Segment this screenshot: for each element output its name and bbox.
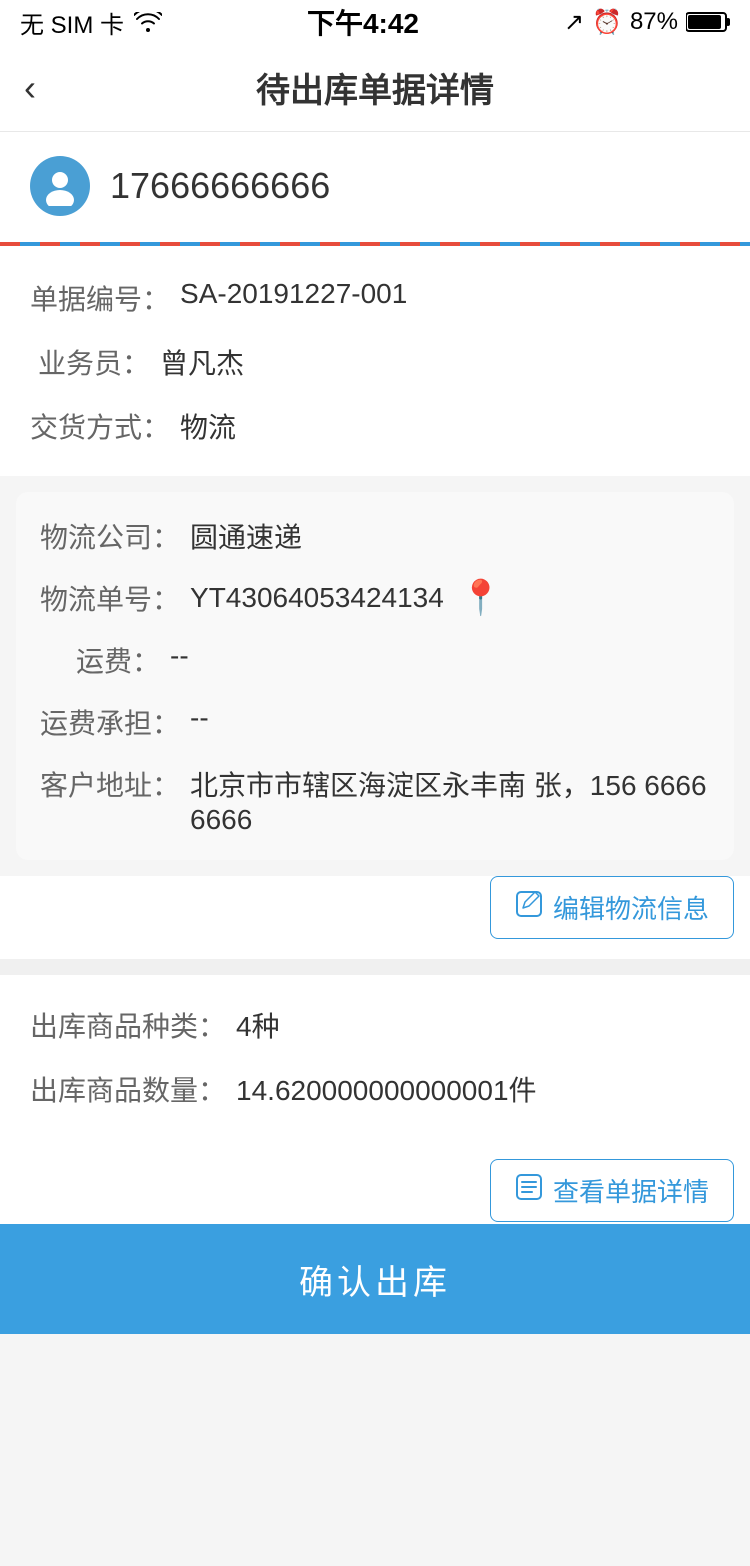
status-time: 下午4:42 — [307, 2, 419, 42]
back-button[interactable]: ‹ — [24, 67, 36, 109]
doc-number-label: 单据编号： — [30, 278, 180, 318]
delivery-value: 物流 — [180, 406, 720, 446]
location-status-icon: ↗ — [564, 8, 584, 37]
goods-quantity-label: 出库商品数量： — [30, 1069, 236, 1109]
logistics-address-label: 客户地址： — [40, 764, 190, 804]
salesman-value: 曾凡杰 — [160, 342, 720, 382]
logistics-tracking-label: 物流单号： — [40, 578, 190, 618]
doc-number-row: 单据编号： SA-20191227-001 — [30, 278, 720, 318]
delivery-row: 交货方式： 物流 — [30, 406, 720, 446]
logistics-tracking-row: 物流单号： YT43064053424134 📍 — [40, 578, 710, 618]
battery-icon — [686, 11, 730, 33]
logistics-freight-row: 运费： -- — [40, 640, 710, 680]
user-avatar-icon — [40, 166, 80, 206]
status-bar: 无 SIM 卡 下午4:42 ↗ ⏰ 87% — [0, 0, 750, 44]
logistics-company-value: 圆通速递 — [190, 516, 710, 556]
battery-text: 87% — [630, 8, 678, 36]
view-details-button[interactable]: 查看单据详情 — [490, 1159, 734, 1222]
logistics-company-label: 物流公司： — [40, 516, 190, 556]
logistics-freightbear-label: 运费承担： — [40, 702, 190, 742]
goods-quantity-row: 出库商品数量： 14.620000000000001件 — [30, 1069, 720, 1109]
logistics-address-row: 客户地址： 北京市市辖区海淀区永丰南 张，156 6666 6666 — [40, 764, 710, 836]
alarm-icon: ⏰ — [592, 8, 622, 37]
edit-logistics-label: 编辑物流信息 — [553, 889, 709, 926]
salesman-label: 业务员： — [30, 342, 160, 382]
confirm-btn-bar[interactable]: 确认出库 — [0, 1224, 750, 1334]
tracking-row: YT43064053424134 📍 — [190, 578, 502, 618]
view-details-icon — [515, 1173, 543, 1208]
avatar — [30, 156, 90, 216]
goods-section: 出库商品种类： 4种 出库商品数量： 14.620000000000001件 — [0, 975, 750, 1139]
dashed-separator — [0, 240, 750, 248]
customer-phone: 17666666666 — [110, 165, 330, 207]
doc-info-section: 单据编号： SA-20191227-001 业务员： 曾凡杰 交货方式： 物流 — [0, 248, 750, 476]
logistics-freight-value: -- — [170, 640, 710, 672]
logistics-freightbear-row: 运费承担： -- — [40, 702, 710, 742]
delivery-label: 交货方式： — [30, 406, 180, 446]
goods-quantity-value: 14.620000000000001件 — [236, 1069, 720, 1109]
carrier-text: 无 SIM 卡 — [20, 5, 124, 40]
logistics-box: 物流公司： 圆通速递 物流单号： YT43064053424134 📍 运费： … — [16, 492, 734, 860]
content-area: 17666666666 单据编号： SA-20191227-001 业务员： 曾… — [0, 132, 750, 1566]
logistics-company-row: 物流公司： 圆通速递 — [40, 516, 710, 556]
salesman-row: 业务员： 曾凡杰 — [30, 342, 720, 382]
doc-number-value: SA-20191227-001 — [180, 278, 720, 310]
goods-types-row: 出库商品种类： 4种 — [30, 1005, 720, 1045]
confirm-btn-text: 确认出库 — [299, 1255, 451, 1304]
goods-types-value: 4种 — [236, 1005, 720, 1045]
section-divider — [0, 959, 750, 975]
logistics-freight-label: 运费： — [40, 640, 170, 680]
dashed-line — [0, 242, 750, 246]
edit-icon — [515, 890, 543, 925]
goods-types-label: 出库商品种类： — [30, 1005, 236, 1045]
wifi-icon — [134, 12, 162, 32]
logistics-freightbear-value: -- — [190, 702, 710, 734]
view-details-label: 查看单据详情 — [553, 1172, 709, 1209]
page-title: 待出库单据详情 — [256, 63, 494, 112]
customer-header: 17666666666 — [0, 132, 750, 240]
edit-btn-row: 编辑物流信息 — [0, 876, 750, 959]
status-left: 无 SIM 卡 — [20, 5, 162, 40]
location-icon[interactable]: 📍 — [460, 578, 502, 618]
logistics-tracking-value: YT43064053424134 — [190, 582, 444, 614]
nav-bar: ‹ 待出库单据详情 — [0, 44, 750, 132]
edit-logistics-button[interactable]: 编辑物流信息 — [490, 876, 734, 939]
status-right: ↗ ⏰ 87% — [564, 8, 730, 37]
logistics-address-value: 北京市市辖区海淀区永丰南 张，156 6666 6666 — [190, 764, 710, 836]
